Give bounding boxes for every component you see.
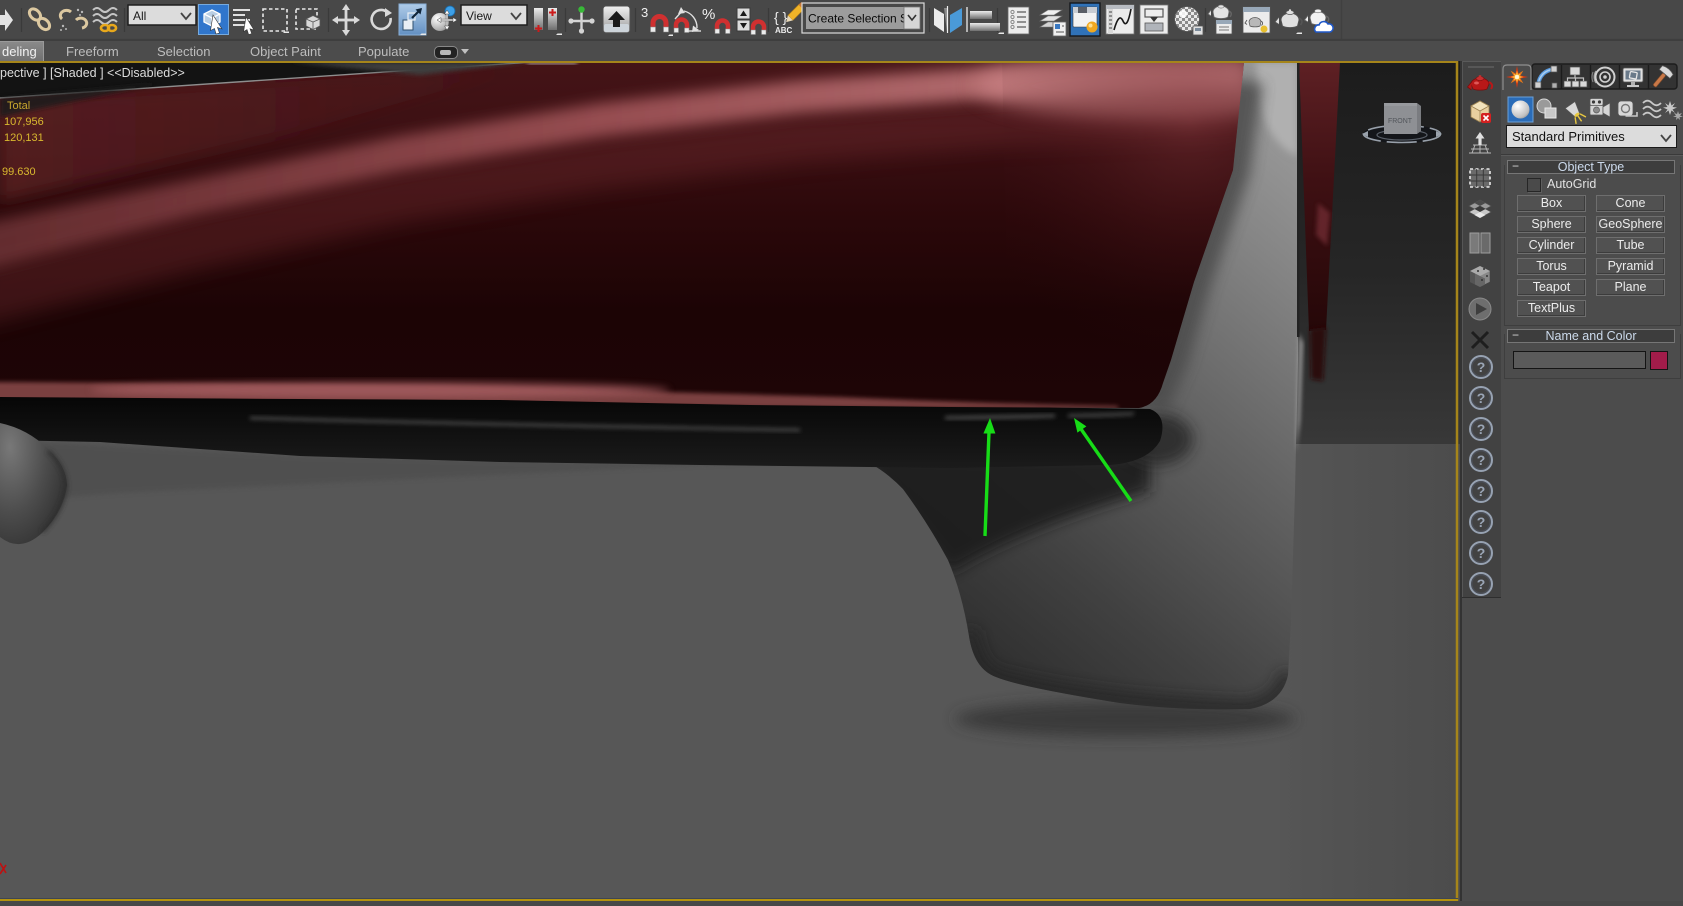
svg-text:107,956: 107,956 [4, 116, 44, 128]
svg-text:All: All [133, 9, 146, 23]
svg-text:Create Selection Se: Create Selection Se [808, 12, 915, 26]
svg-text:View: View [466, 9, 492, 23]
svg-text:3: 3 [641, 5, 648, 20]
svg-text:120,131: 120,131 [4, 132, 44, 144]
svg-text:Total: Total [7, 100, 30, 112]
svg-text:FRONT: FRONT [1388, 118, 1413, 125]
svg-text:{ }: { } [774, 9, 788, 25]
svg-text:99.630: 99.630 [2, 166, 36, 178]
svg-text:ABC: ABC [775, 26, 793, 35]
svg-text:%: % [702, 6, 715, 23]
svg-text:pective ] [Shaded ] <<Disable: pective ] [Shaded ] <<Disabled>> [0, 66, 185, 80]
